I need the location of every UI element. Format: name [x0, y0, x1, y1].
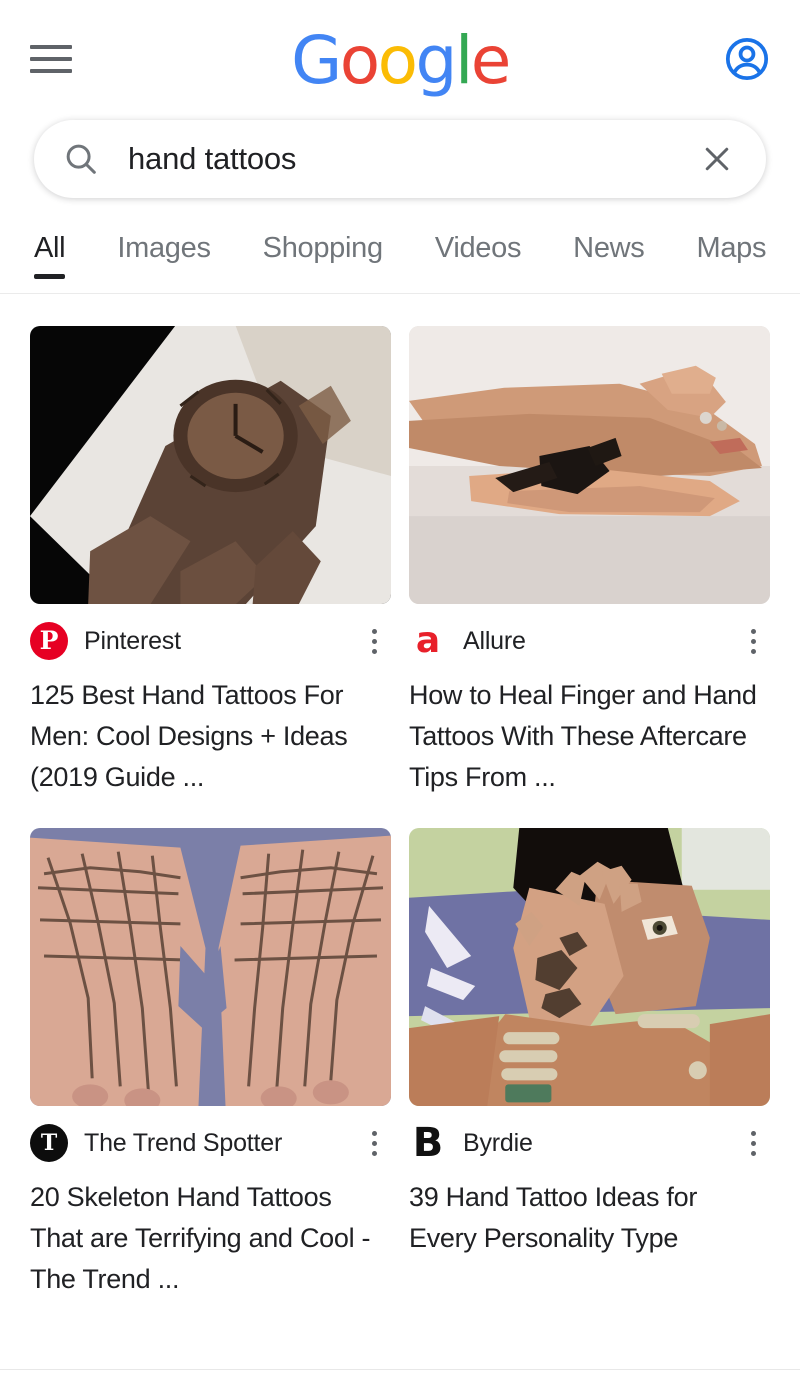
- tab-videos[interactable]: Videos: [435, 232, 522, 279]
- tab-images[interactable]: Images: [117, 232, 211, 279]
- more-options-icon[interactable]: [736, 621, 770, 661]
- result-title[interactable]: 125 Best Hand Tattoos For Men: Cool Desi…: [30, 675, 391, 798]
- logo-letter-o1: o: [339, 22, 380, 99]
- logo-letter-g1: G: [291, 22, 342, 99]
- clock-hand-tattoo-image: [30, 326, 391, 604]
- more-options-icon[interactable]: [357, 1123, 391, 1163]
- search-box[interactable]: hand tattoos: [34, 120, 766, 198]
- logo-letter-o2: o: [377, 22, 418, 99]
- hamburger-bar: [30, 69, 72, 73]
- app-header: Google: [0, 0, 800, 118]
- result-thumbnail[interactable]: [409, 326, 770, 604]
- tab-maps[interactable]: Maps: [697, 232, 767, 279]
- result-thumbnail[interactable]: [30, 326, 391, 604]
- logo-letter-e: e: [470, 22, 512, 99]
- logo-letter-l: l: [454, 22, 473, 99]
- result-title[interactable]: How to Heal Finger and Hand Tattoos With…: [409, 675, 770, 798]
- more-options-icon[interactable]: [736, 1123, 770, 1163]
- clear-search-icon[interactable]: [694, 136, 740, 182]
- tab-all[interactable]: All: [34, 232, 66, 279]
- hamburger-menu-icon[interactable]: [30, 43, 72, 75]
- result-source-row: T The Trend Spotter: [30, 1123, 391, 1163]
- search-bar-container: hand tattoos: [0, 120, 800, 198]
- result-source-name: Pinterest: [84, 626, 181, 655]
- result-card: T The Trend Spotter 20 Skeleton Hand Tat…: [30, 828, 391, 1300]
- celebrity-hand-tattoo-image: [409, 828, 770, 1106]
- byrdie-logo: B: [412, 1124, 444, 1162]
- pinterest-logo: P: [30, 622, 68, 660]
- result-thumbnail[interactable]: [30, 828, 391, 1106]
- skeleton-hands-tattoo-image: [30, 828, 391, 1106]
- result-source-name: Byrdie: [463, 1128, 533, 1157]
- hamburger-bar: [30, 45, 72, 49]
- logo-letter-g2: g: [415, 22, 458, 99]
- result-source-name: The Trend Spotter: [84, 1128, 283, 1157]
- result-thumbnail[interactable]: [409, 828, 770, 1106]
- result-card: P Pinterest 125 Best Hand Tattoos For Me…: [30, 326, 391, 798]
- search-icon: [62, 140, 100, 178]
- account-avatar-icon[interactable]: [720, 32, 774, 86]
- bird-hand-tattoo-image: [409, 326, 770, 604]
- google-logo[interactable]: Google: [291, 28, 511, 94]
- allure-logo: a: [415, 622, 441, 660]
- result-source-name: Allure: [463, 626, 526, 655]
- image-results-grid: P Pinterest 125 Best Hand Tattoos For Me…: [0, 294, 800, 1300]
- result-title[interactable]: 39 Hand Tattoo Ideas for Every Personali…: [409, 1177, 770, 1259]
- result-source-row: B Byrdie: [409, 1123, 770, 1163]
- hamburger-bar: [30, 57, 72, 61]
- more-options-icon[interactable]: [357, 621, 391, 661]
- result-card: B Byrdie 39 Hand Tattoo Ideas for Every …: [409, 828, 770, 1300]
- tab-shopping[interactable]: Shopping: [263, 232, 383, 279]
- tab-news[interactable]: News: [573, 232, 645, 279]
- the-trend-spotter-logo: T: [30, 1124, 68, 1162]
- result-title[interactable]: 20 Skeleton Hand Tattoos That are Terrif…: [30, 1177, 391, 1300]
- search-tabs: All Images Shopping Videos News Maps: [0, 224, 800, 279]
- result-source-row: P Pinterest: [30, 621, 391, 661]
- result-source-row: a Allure: [409, 621, 770, 661]
- search-input[interactable]: hand tattoos: [128, 141, 694, 177]
- search-results-page: Google hand tattoos All Images Shopping …: [0, 0, 800, 1380]
- result-card: a Allure How to Heal Finger and Hand Tat…: [409, 326, 770, 798]
- search-tabs-bar: All Images Shopping Videos News Maps: [0, 224, 800, 294]
- bottom-divider: [0, 1369, 800, 1370]
